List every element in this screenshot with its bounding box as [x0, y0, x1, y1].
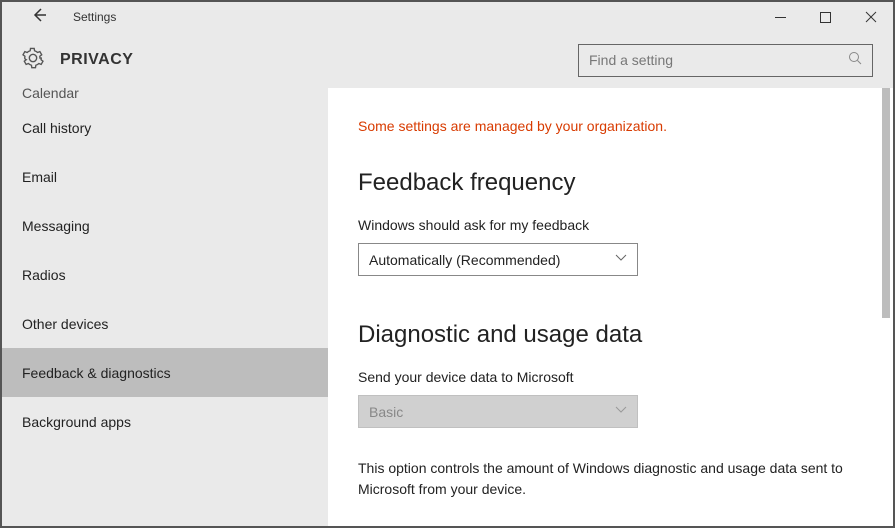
window-title: Settings [73, 10, 116, 24]
titlebar: Settings [2, 2, 893, 32]
back-button[interactable] [30, 6, 48, 29]
sidebar-item-call-history[interactable]: Call history [2, 103, 328, 152]
page-title: PRIVACY [60, 51, 133, 69]
scrollbar-thumb[interactable] [882, 88, 890, 318]
scrollbar[interactable] [882, 88, 890, 526]
search-input[interactable] [589, 52, 848, 68]
diagnostic-description: This option controls the amount of Windo… [358, 458, 848, 500]
search-icon [848, 51, 862, 70]
sidebar-item-background-apps[interactable]: Background apps [2, 397, 328, 446]
sidebar: Calendar Call history Email Messaging Ra… [2, 88, 328, 526]
managed-by-org-notice: Some settings are managed by your organi… [358, 118, 863, 134]
body: Calendar Call history Email Messaging Ra… [2, 88, 893, 526]
close-button[interactable] [848, 2, 893, 32]
feedback-frequency-dropdown[interactable]: Automatically (Recommended) [358, 243, 638, 276]
dropdown-value: Basic [369, 404, 403, 420]
header: PRIVACY [2, 32, 893, 88]
maximize-button[interactable] [803, 2, 848, 32]
sidebar-item-label: Feedback & diagnostics [22, 365, 171, 381]
sidebar-item-other-devices[interactable]: Other devices [2, 299, 328, 348]
sidebar-item-label: Messaging [22, 218, 90, 234]
sidebar-item-label: Background apps [22, 414, 131, 430]
sidebar-item-label: Email [22, 169, 57, 185]
content: Some settings are managed by your organi… [328, 88, 893, 526]
sidebar-item-label: Call history [22, 120, 91, 136]
diagnostic-data-dropdown: Basic [358, 395, 638, 428]
diagnostic-data-label: Send your device data to Microsoft [358, 369, 863, 385]
settings-window: Settings PRIVACY [0, 0, 895, 528]
sidebar-item-label: Calendar [22, 88, 79, 101]
sidebar-item-feedback-diagnostics[interactable]: Feedback & diagnostics [2, 348, 328, 397]
sidebar-item-calendar[interactable]: Calendar [2, 88, 328, 103]
dropdown-value: Automatically (Recommended) [369, 252, 560, 268]
chevron-down-icon [615, 254, 627, 265]
sidebar-item-email[interactable]: Email [2, 152, 328, 201]
feedback-frequency-heading: Feedback frequency [358, 169, 863, 197]
sidebar-item-label: Other devices [22, 316, 108, 332]
search-box[interactable] [578, 44, 873, 77]
minimize-button[interactable] [758, 2, 803, 32]
sidebar-item-label: Radios [22, 267, 66, 283]
sidebar-item-messaging[interactable]: Messaging [2, 201, 328, 250]
diagnostic-data-heading: Diagnostic and usage data [358, 321, 863, 349]
chevron-down-icon [615, 406, 627, 417]
feedback-frequency-label: Windows should ask for my feedback [358, 217, 863, 233]
gear-icon [22, 47, 44, 74]
sidebar-item-radios[interactable]: Radios [2, 250, 328, 299]
